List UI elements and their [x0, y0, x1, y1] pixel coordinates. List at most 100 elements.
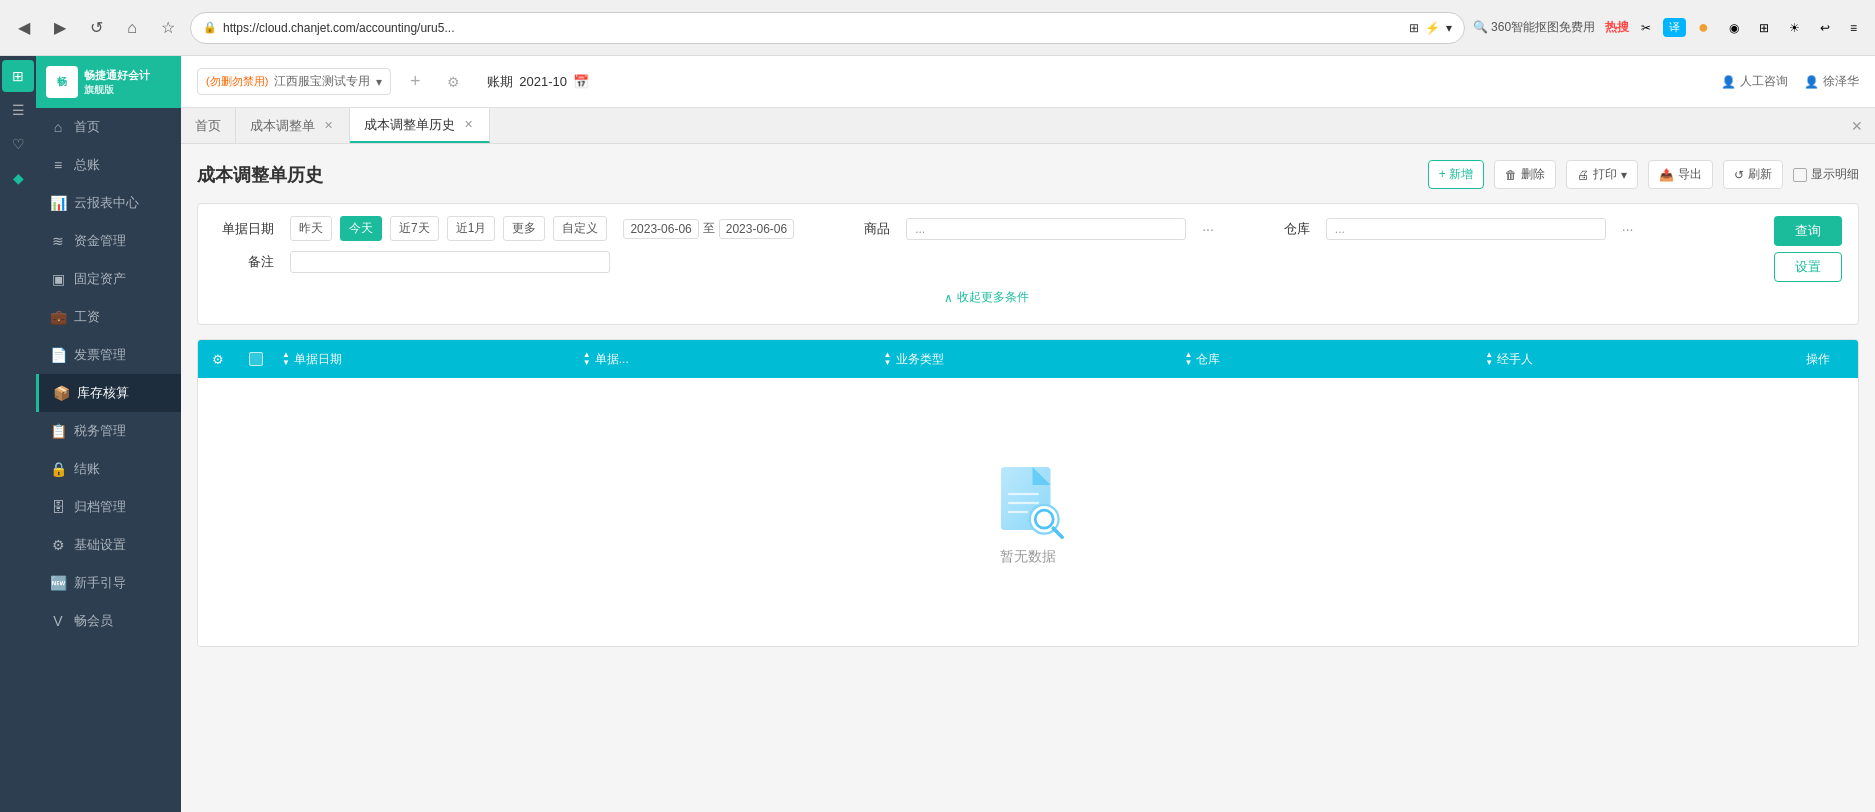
date-last-month[interactable]: 近1月 — [447, 216, 496, 241]
grid-icon: ⊞ — [1409, 21, 1419, 35]
calendar-icon[interactable]: 📅 — [573, 74, 589, 89]
date-last7days[interactable]: 近7天 — [390, 216, 439, 241]
tab-home-label: 首页 — [195, 117, 221, 135]
close-all-tabs[interactable]: ✕ — [1851, 118, 1875, 134]
brightness-button[interactable]: ☀ — [1781, 17, 1808, 39]
th-date[interactable]: ▲▼ 单据日期 — [274, 351, 575, 368]
product-filter[interactable]: ... — [906, 218, 1186, 240]
refresh-button[interactable]: ↺ — [82, 14, 110, 42]
th-type[interactable]: ▲▼ 业务类型 — [876, 351, 1177, 368]
apps-button[interactable]: ⊞ — [1751, 17, 1777, 39]
table-select-all[interactable] — [238, 352, 274, 366]
tab-cost-history[interactable]: 成本调整单历史 ✕ — [350, 108, 490, 143]
show-detail-checkbox[interactable] — [1793, 168, 1807, 182]
sidebar-item-settings[interactable]: ⚙ 基础设置 — [36, 526, 181, 564]
filter-settings-button[interactable]: 设置 — [1774, 252, 1842, 282]
sidebar-item-closing[interactable]: 🔒 结账 — [36, 450, 181, 488]
company-warning: (勿删勿禁用) — [206, 74, 268, 89]
reports-icon: 📊 — [50, 195, 66, 211]
menu-button[interactable]: ≡ — [1842, 17, 1865, 39]
query-button[interactable]: 查询 — [1774, 216, 1842, 246]
icon-bar-item-2[interactable]: ♡ — [2, 128, 34, 160]
sidebar-item-guide[interactable]: 🆕 新手引导 — [36, 564, 181, 602]
print-icon: 🖨 — [1577, 168, 1589, 182]
show-detail-toggle[interactable]: 显示明细 — [1793, 166, 1859, 183]
tab-cost-history-close[interactable]: ✕ — [461, 118, 475, 132]
company-settings-button[interactable]: ⚙ — [439, 68, 467, 96]
export-button[interactable]: 📤 导出 — [1648, 160, 1713, 189]
sidebar-item-fixed[interactable]: ▣ 固定资产 — [36, 260, 181, 298]
sidebar-item-inventory[interactable]: 📦 库存核算 — [36, 374, 181, 412]
sidebar-item-vip[interactable]: V 畅会员 — [36, 602, 181, 640]
table-gear-button[interactable]: ⚙ — [198, 352, 238, 367]
remark-label: 备注 — [214, 253, 274, 271]
product-placeholder: ... — [915, 222, 925, 236]
sidebar-item-funds[interactable]: ≋ 资金管理 — [36, 222, 181, 260]
hot-search-label[interactable]: 热搜 — [1605, 19, 1629, 36]
tab-bar: 首页 成本调整单 ✕ 成本调整单历史 ✕ ✕ — [181, 108, 1875, 144]
tax-icon: 📋 — [50, 423, 66, 439]
star-button[interactable]: ☆ — [154, 14, 182, 42]
coin-button[interactable]: ● — [1690, 13, 1717, 42]
service-button[interactable]: 👤 人工咨询 — [1721, 73, 1788, 90]
sidebar-item-home[interactable]: ⌂ 首页 — [36, 108, 181, 146]
add-button[interactable]: + 新增 — [1428, 160, 1484, 189]
tab-cost-adjust-close[interactable]: ✕ — [321, 119, 335, 133]
sidebar-item-reports[interactable]: 📊 云报表中心 — [36, 184, 181, 222]
scissors-tool[interactable]: ✂ — [1633, 17, 1659, 39]
user-button[interactable]: 👤 徐泽华 — [1804, 73, 1859, 90]
lightning-icon: ⚡ — [1425, 21, 1440, 35]
company-selector[interactable]: (勿删勿禁用) 江西服宝测试专用 ▾ — [197, 68, 391, 95]
sort-arrows-warehouse: ▲▼ — [1184, 351, 1192, 367]
icon-bar-item-3[interactable]: ◆ — [2, 162, 34, 194]
back-button[interactable]: ◀ — [10, 14, 38, 42]
address-bar[interactable]: 🔒 https://cloud.chanjet.com/accounting/u… — [190, 12, 1465, 44]
sidebar-label-salary: 工资 — [74, 308, 100, 326]
forward-button[interactable]: ▶ — [46, 14, 74, 42]
refresh-button[interactable]: ↺ 刷新 — [1723, 160, 1783, 189]
delete-button[interactable]: 🗑 删除 — [1494, 160, 1556, 189]
th-num[interactable]: ▲▼ 单据... — [575, 351, 876, 368]
funds-icon: ≋ — [50, 233, 66, 249]
sidebar-item-tax[interactable]: 📋 税务管理 — [36, 412, 181, 450]
warehouse-filter[interactable]: ... — [1326, 218, 1606, 240]
icon-bar-active[interactable]: ⊞ — [2, 60, 34, 92]
select-all-checkbox[interactable] — [249, 352, 263, 366]
th-warehouse[interactable]: ▲▼ 仓库 — [1176, 351, 1477, 368]
th-operation: 操作 — [1778, 351, 1858, 368]
product-label: 商品 — [830, 220, 890, 238]
date-range-start[interactable]: 2023-06-06 — [623, 219, 698, 239]
chevron-down-icon: ▾ — [1446, 21, 1452, 35]
date-more[interactable]: 更多 — [503, 216, 545, 241]
search-box[interactable]: 🔍 360智能抠图免费用 — [1473, 19, 1595, 36]
date-range-separator: 至 — [703, 220, 715, 237]
sidebar-item-invoice[interactable]: 📄 发票管理 — [36, 336, 181, 374]
collapse-button[interactable]: ∧ 收起更多条件 — [938, 283, 1035, 312]
remark-input[interactable] — [290, 251, 610, 273]
icon-bar-item-1[interactable]: ☰ — [2, 94, 34, 126]
tab-home[interactable]: 首页 — [181, 108, 236, 143]
company-name: 江西服宝测试专用 — [274, 73, 370, 90]
date-yesterday[interactable]: 昨天 — [290, 216, 332, 241]
sidebar-item-archive[interactable]: 🗄 归档管理 — [36, 488, 181, 526]
th-person[interactable]: ▲▼ 经手人 — [1477, 351, 1778, 368]
date-today[interactable]: 今天 — [340, 216, 382, 241]
sidebar-label-ledger: 总账 — [74, 156, 100, 174]
dropdown-icon: ▾ — [376, 75, 382, 89]
sidebar-item-salary[interactable]: 💼 工资 — [36, 298, 181, 336]
refresh-icon: ↺ — [1734, 168, 1744, 182]
date-range-end[interactable]: 2023-06-06 — [719, 219, 794, 239]
sidebar-item-ledger[interactable]: ≡ 总账 — [36, 146, 181, 184]
home-button[interactable]: ⌂ — [118, 14, 146, 42]
product-more-dots[interactable]: ··· — [1202, 221, 1214, 237]
table-container: ⚙ ▲▼ 单据日期 ▲▼ 单据... ▲▼ 业务类型 — [197, 339, 1859, 647]
undo-button[interactable]: ↩ — [1812, 17, 1838, 39]
warehouse-more-dots[interactable]: ··· — [1622, 221, 1634, 237]
gamepad-button[interactable]: ◉ — [1721, 17, 1747, 39]
tab-cost-adjust[interactable]: 成本调整单 ✕ — [236, 108, 350, 143]
print-button[interactable]: 🖨 打印 ▾ — [1566, 160, 1638, 189]
date-custom[interactable]: 自定义 — [553, 216, 607, 241]
translate-button[interactable]: 译 — [1663, 18, 1686, 37]
invoice-icon: 📄 — [50, 347, 66, 363]
add-company-button[interactable]: + — [401, 68, 429, 96]
